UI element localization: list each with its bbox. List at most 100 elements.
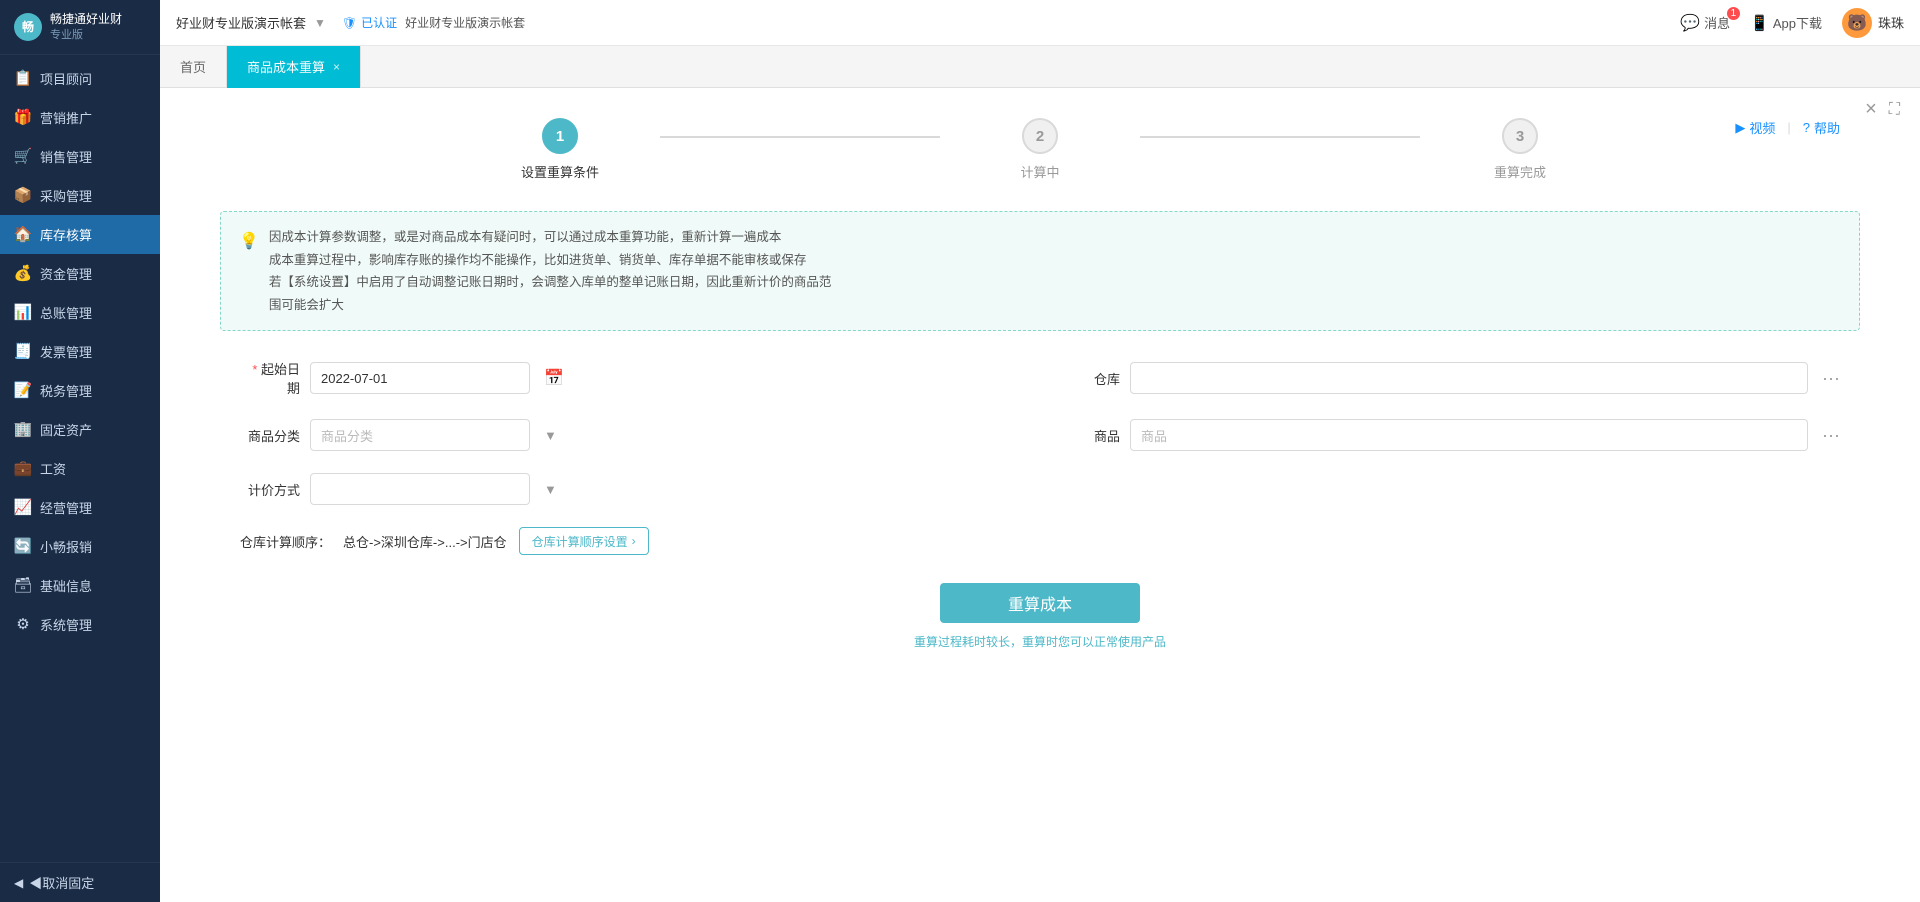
sidebar-item-label: 经营管理	[40, 498, 92, 517]
sidebar-item-marketing[interactable]: 🎁 营销推广	[0, 98, 160, 137]
tab-close-icon[interactable]: ×	[333, 60, 340, 74]
shield-icon: 🛡	[342, 16, 357, 30]
sidebar-item-label: 税务管理	[40, 381, 92, 400]
recalc-section: 重算成本 重算过程耗时较长，重算时您可以正常使用产品	[240, 583, 1840, 650]
warehouse-order-settings-button[interactable]: 仓库计算顺序设置 ›	[519, 527, 649, 555]
content-area: × ⛶ ▶ 视频 | ? 帮助 1 设置重算条件	[160, 88, 1920, 902]
category-field: 商品分类 商品分类 ▼	[240, 419, 1020, 451]
chevron-right-icon: ›	[632, 534, 636, 548]
warehouse-label: 仓库	[1060, 369, 1120, 388]
expand-icon[interactable]: ⛶	[1889, 101, 1900, 119]
logo-icon: 畅	[14, 13, 42, 41]
sidebar-item-label: 系统管理	[40, 615, 92, 634]
user-menu[interactable]: 🐻 珠珠	[1842, 8, 1904, 38]
step-1-label: 设置重算条件	[521, 162, 599, 181]
sidebar-item-label: 小畅报销	[40, 537, 92, 556]
sidebar-item-label: 总账管理	[40, 303, 92, 322]
category-label: 商品分类	[240, 426, 300, 445]
sidebar: 畅 畅捷通好业财 专业版 📋 项目顾问 🎁 营销推广 🛒 销售管理 📦 采购管理…	[0, 0, 160, 902]
topbar-account[interactable]: 好业财专业版演示帐套 ▼	[176, 13, 326, 32]
start-date-field: * 起始日期 2022-07-01 📅	[240, 359, 1020, 397]
sidebar-item-operation[interactable]: 📈 经营管理	[0, 488, 160, 527]
warehouse-more-icon[interactable]: ···	[1822, 368, 1840, 389]
marketing-icon: 🎁	[14, 108, 32, 126]
topbar-verified: 🛡 已认证 好业财专业版演示帐套	[342, 14, 525, 31]
inventory-icon: 🏠	[14, 225, 32, 243]
form-row-2: 商品分类 商品分类 ▼ 商品 商品 ···	[240, 419, 1840, 451]
calendar-icon[interactable]: 📅	[544, 368, 564, 388]
pin-icon: ◀	[14, 876, 23, 890]
topbar-right: 💬 1 消息 📱 App下载 🐻 珠珠	[1680, 8, 1904, 38]
sidebar-item-label: 基础信息	[40, 576, 92, 595]
sidebar-item-inventory[interactable]: 🏠 库存核算	[0, 215, 160, 254]
tax-icon: 📝	[14, 381, 32, 399]
category-chevron-icon[interactable]: ▼	[544, 428, 557, 443]
form-section: * 起始日期 2022-07-01 📅 仓库 ··· 商品分类	[220, 359, 1860, 650]
warehouse-order-value: 总仓->深圳仓库->...->门店仓	[343, 532, 507, 551]
step-line-2-3	[1140, 136, 1420, 138]
category-input[interactable]: 商品分类	[310, 419, 530, 451]
topbar: 好业财专业版演示帐套 ▼ 🛡 已认证 好业财专业版演示帐套 💬 1 消息 📱 A…	[160, 0, 1920, 46]
sidebar-item-basic[interactable]: 🗃 基础信息	[0, 566, 160, 605]
warehouse-input[interactable]	[1130, 362, 1808, 394]
sidebar-item-invoice[interactable]: 🧾 发票管理	[0, 332, 160, 371]
step-3-circle: 3	[1502, 118, 1538, 154]
chevron-down-icon[interactable]: ▼	[314, 16, 326, 30]
sidebar-item-accounting[interactable]: 📊 总账管理	[0, 293, 160, 332]
sidebar-pin-toggle[interactable]: ◀ ◀取消固定	[0, 862, 160, 902]
sidebar-bottom-label: ◀取消固定	[29, 873, 94, 892]
system-icon: ⚙	[14, 615, 32, 633]
goods-input[interactable]: 商品	[1130, 419, 1808, 451]
sidebar-item-salary[interactable]: 💼 工资	[0, 449, 160, 488]
sidebar-item-label: 发票管理	[40, 342, 92, 361]
sidebar-item-project[interactable]: 📋 项目顾问	[0, 59, 160, 98]
step-2-circle: 2	[1022, 118, 1058, 154]
pricing-chevron-icon[interactable]: ▼	[544, 482, 557, 497]
sidebar-item-label: 库存核算	[40, 225, 92, 244]
app-download-button[interactable]: 📱 App下载	[1750, 13, 1822, 32]
goods-more-icon[interactable]: ···	[1822, 425, 1840, 446]
sidebar-item-sales[interactable]: 🛒 销售管理	[0, 137, 160, 176]
sidebar-item-label: 资金管理	[40, 264, 92, 283]
pricing-input[interactable]	[310, 473, 530, 505]
purchase-icon: 📦	[14, 186, 32, 204]
info-box: 💡 因成本计算参数调整，或是对商品成本有疑问时，可以通过成本重算功能，重新计算一…	[220, 211, 1860, 331]
form-row-3: 计价方式 ▼	[240, 473, 1840, 505]
sidebar-item-label: 采购管理	[40, 186, 92, 205]
topbar-account-name: 好业财专业版演示帐套	[176, 13, 306, 32]
sidebar-item-expense[interactable]: 🔄 小畅报销	[0, 527, 160, 566]
close-icon[interactable]: ×	[1865, 98, 1877, 121]
message-button[interactable]: 💬 1 消息	[1680, 13, 1730, 33]
sidebar-item-finance[interactable]: 💰 资金管理	[0, 254, 160, 293]
step-3: 3 重算完成	[1420, 118, 1620, 181]
step-2: 2 计算中	[940, 118, 1140, 181]
accounting-icon: 📊	[14, 303, 32, 321]
message-icon: 💬	[1680, 13, 1700, 33]
sidebar-item-system[interactable]: ⚙ 系统管理	[0, 605, 160, 644]
message-badge: 1	[1727, 7, 1741, 20]
step-1-circle: 1	[542, 118, 578, 154]
tab-recalc[interactable]: 商品成本重算 ×	[227, 46, 361, 88]
pricing-label: 计价方式	[240, 480, 300, 499]
recalc-button[interactable]: 重算成本	[940, 583, 1140, 623]
step-progress: 1 设置重算条件 2 计算中 3 重算完成	[220, 118, 1860, 181]
sales-icon: 🛒	[14, 147, 32, 165]
sidebar-item-assets[interactable]: 🏢 固定资产	[0, 410, 160, 449]
sidebar-item-label: 项目顾问	[40, 69, 92, 88]
assets-icon: 🏢	[14, 420, 32, 438]
warehouse-order-row: 仓库计算顺序： 总仓->深圳仓库->...->门店仓 仓库计算顺序设置 ›	[240, 527, 1840, 555]
sidebar-item-label: 固定资产	[40, 420, 92, 439]
info-text: 因成本计算参数调整，或是对商品成本有疑问时，可以通过成本重算功能，重新计算一遍成…	[269, 226, 832, 316]
tab-home[interactable]: 首页	[160, 46, 227, 88]
start-date-input[interactable]: 2022-07-01	[310, 362, 530, 394]
logo-text: 畅捷通好业财 专业版	[50, 12, 122, 42]
project-icon: 📋	[14, 69, 32, 87]
sidebar-logo: 畅 畅捷通好业财 专业版	[0, 0, 160, 55]
sidebar-item-label: 工资	[40, 459, 66, 478]
sidebar-item-label: 营销推广	[40, 108, 92, 127]
recalc-hint: 重算过程耗时较长，重算时您可以正常使用产品	[914, 633, 1166, 650]
sidebar-item-purchase[interactable]: 📦 采购管理	[0, 176, 160, 215]
expense-icon: 🔄	[14, 537, 32, 555]
sidebar-item-tax[interactable]: 📝 税务管理	[0, 371, 160, 410]
phone-icon: 📱	[1750, 14, 1769, 32]
